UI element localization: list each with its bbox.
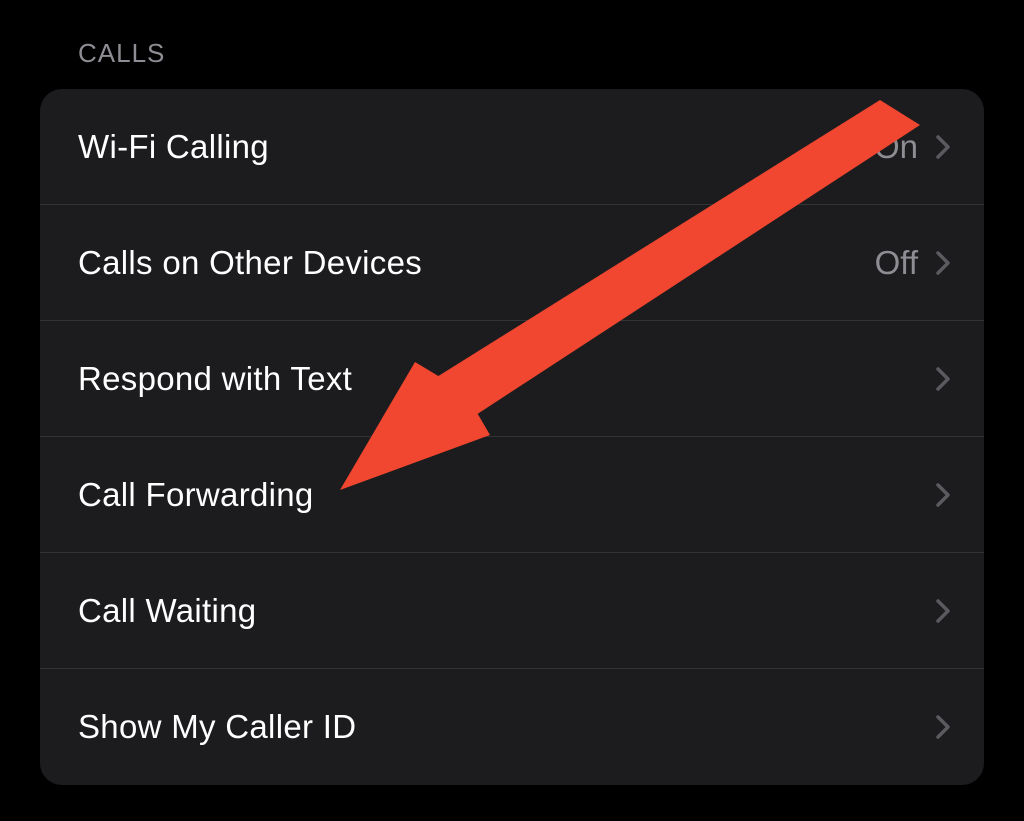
- row-call-waiting[interactable]: Call Waiting: [40, 553, 984, 669]
- row-wifi-calling[interactable]: Wi-Fi Calling On: [40, 89, 984, 205]
- chevron-right-icon: [936, 483, 950, 507]
- row-value: On: [874, 128, 918, 166]
- chevron-right-icon: [936, 715, 950, 739]
- row-show-my-caller-id[interactable]: Show My Caller ID: [40, 669, 984, 785]
- row-respond-with-text[interactable]: Respond with Text: [40, 321, 984, 437]
- chevron-right-icon: [936, 367, 950, 391]
- settings-container: CALLS Wi-Fi Calling On Calls on Other De…: [0, 0, 1024, 815]
- chevron-right-icon: [936, 599, 950, 623]
- row-label: Show My Caller ID: [78, 708, 918, 746]
- row-value: Off: [875, 244, 918, 282]
- row-label: Wi-Fi Calling: [78, 128, 874, 166]
- row-calls-on-other-devices[interactable]: Calls on Other Devices Off: [40, 205, 984, 321]
- row-label: Calls on Other Devices: [78, 244, 875, 282]
- row-label: Call Forwarding: [78, 476, 918, 514]
- row-label: Respond with Text: [78, 360, 918, 398]
- settings-group-calls: Wi-Fi Calling On Calls on Other Devices …: [40, 89, 984, 785]
- chevron-right-icon: [936, 251, 950, 275]
- row-call-forwarding[interactable]: Call Forwarding: [40, 437, 984, 553]
- chevron-right-icon: [936, 135, 950, 159]
- row-label: Call Waiting: [78, 592, 918, 630]
- section-header-calls: CALLS: [40, 30, 984, 89]
